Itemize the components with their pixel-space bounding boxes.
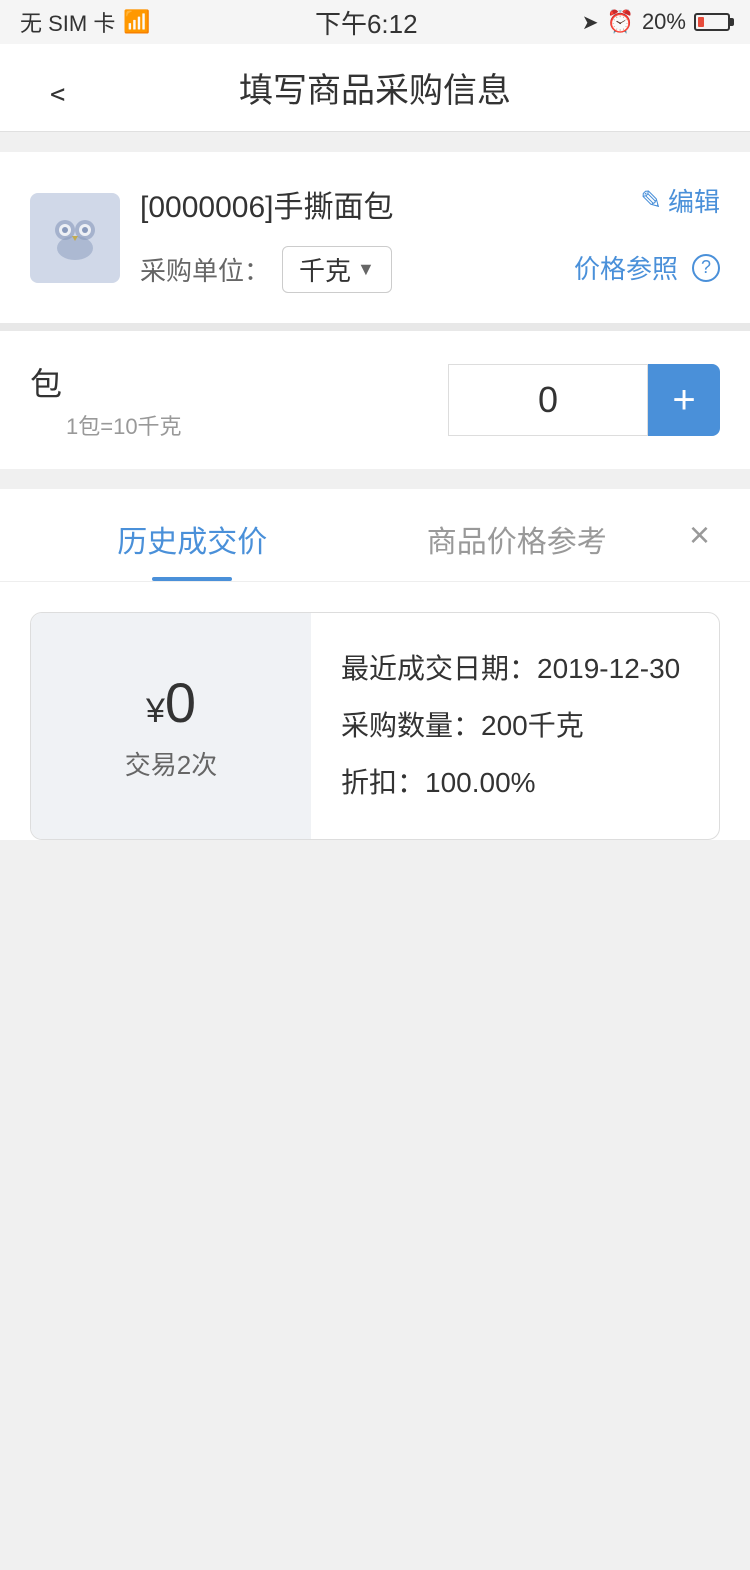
price-discount-value: 100.00%: [425, 767, 536, 798]
status-carrier: 无 SIM 卡 📶: [20, 6, 151, 38]
info-icon: ?: [692, 254, 720, 282]
product-unit-row: 采购单位： 千克 ▼: [140, 246, 393, 293]
product-left: [0000006]手撕面包 采购单位： 千克 ▼: [30, 182, 393, 293]
quantity-unit-char: 包: [30, 359, 62, 405]
tab-product-price-ref[interactable]: 商品价格参考: [354, 489, 678, 581]
alarm-icon: ⏰: [607, 9, 634, 35]
price-recent-date-value: 2019-12-30: [537, 653, 680, 684]
price-amount: ¥0: [146, 670, 196, 735]
edit-label: 编辑: [668, 182, 720, 219]
price-purchase-qty-value: 200千克: [481, 710, 584, 741]
quantity-controls: 0 +: [448, 364, 720, 436]
back-button[interactable]: ﹤: [30, 52, 86, 124]
price-left: ¥0 交易2次: [31, 613, 311, 839]
price-purchase-qty-row: 采购数量：200千克: [341, 706, 689, 745]
location-icon: ➤: [582, 10, 599, 35]
price-card: ¥0 交易2次 最近成交日期：2019-12-30 采购数量：200千克 折扣：…: [30, 612, 720, 840]
unit-label: 采购单位：: [140, 251, 270, 288]
product-image: [30, 193, 120, 283]
tab-history-price-label: 历史成交价: [117, 526, 267, 559]
tab-close-button[interactable]: ×: [679, 504, 720, 566]
price-ref-button[interactable]: 价格参照 ?: [574, 249, 720, 286]
wifi-icon: 📶: [123, 9, 150, 35]
main-background: [0, 870, 750, 1570]
battery-indicator: [694, 13, 730, 31]
price-discount-row: 折扣：100.00%: [341, 763, 689, 802]
quantity-input[interactable]: 0: [448, 364, 648, 436]
tabs-header: 历史成交价 商品价格参考 ×: [0, 489, 750, 582]
price-ref-label: 价格参照: [574, 249, 678, 286]
status-bar: 无 SIM 卡 📶 下午6:12 ➤ ⏰ 20%: [0, 0, 750, 44]
price-trans-count: 交易2次: [125, 745, 217, 782]
card-divider: [0, 323, 750, 331]
price-recent-date-row: 最近成交日期：2019-12-30: [341, 649, 689, 688]
quantity-sub: 1包=10千克: [66, 409, 182, 441]
unit-value: 千克: [299, 251, 351, 288]
tab-product-price-ref-label: 商品价格参考: [427, 526, 607, 559]
price-value: 0: [165, 671, 196, 734]
unit-select[interactable]: 千克 ▼: [282, 246, 392, 293]
status-time: 下午6:12: [315, 4, 418, 41]
quantity-plus-button[interactable]: +: [648, 364, 720, 436]
price-right: 最近成交日期：2019-12-30 采购数量：200千克 折扣：100.00%: [311, 613, 719, 839]
unit-arrow-icon: ▼: [357, 259, 375, 280]
tab-history-price[interactable]: 历史成交价: [30, 489, 354, 581]
product-header: [0000006]手撕面包 采购单位： 千克 ▼ ✎ 编辑 价格参照 ?: [30, 182, 720, 293]
quantity-value: 0: [538, 379, 558, 421]
product-name: [0000006]手撕面包: [140, 182, 393, 226]
product-card: [0000006]手撕面包 采购单位： 千克 ▼ ✎ 编辑 价格参照 ?: [0, 152, 750, 323]
quantity-row: 包 1包=10千克 0 +: [0, 331, 750, 469]
nav-bar: ﹤ 填写商品采购信息: [0, 44, 750, 132]
quantity-label-wrap: 包 1包=10千克: [30, 359, 182, 441]
price-recent-date-label: 最近成交日期：: [341, 653, 537, 684]
product-info: [0000006]手撕面包 采购单位： 千克 ▼: [140, 182, 393, 293]
price-purchase-qty-label: 采购数量：: [341, 710, 481, 741]
price-discount-label: 折扣：: [341, 767, 425, 798]
carrier-text: 无 SIM 卡: [20, 6, 115, 38]
owl-icon: [45, 208, 105, 268]
page-title: 填写商品采购信息: [239, 63, 511, 112]
edit-button[interactable]: ✎ 编辑: [640, 182, 720, 219]
edit-icon: ✎: [640, 185, 662, 216]
tabs-container: 历史成交价 商品价格参考 × ¥0 交易2次 最近成交日期：2019-12-30…: [0, 489, 750, 840]
price-currency: ¥: [146, 692, 165, 730]
battery-percent: 20%: [642, 9, 686, 35]
status-right: ➤ ⏰ 20%: [582, 9, 730, 35]
quantity-unit: 包: [30, 359, 182, 405]
